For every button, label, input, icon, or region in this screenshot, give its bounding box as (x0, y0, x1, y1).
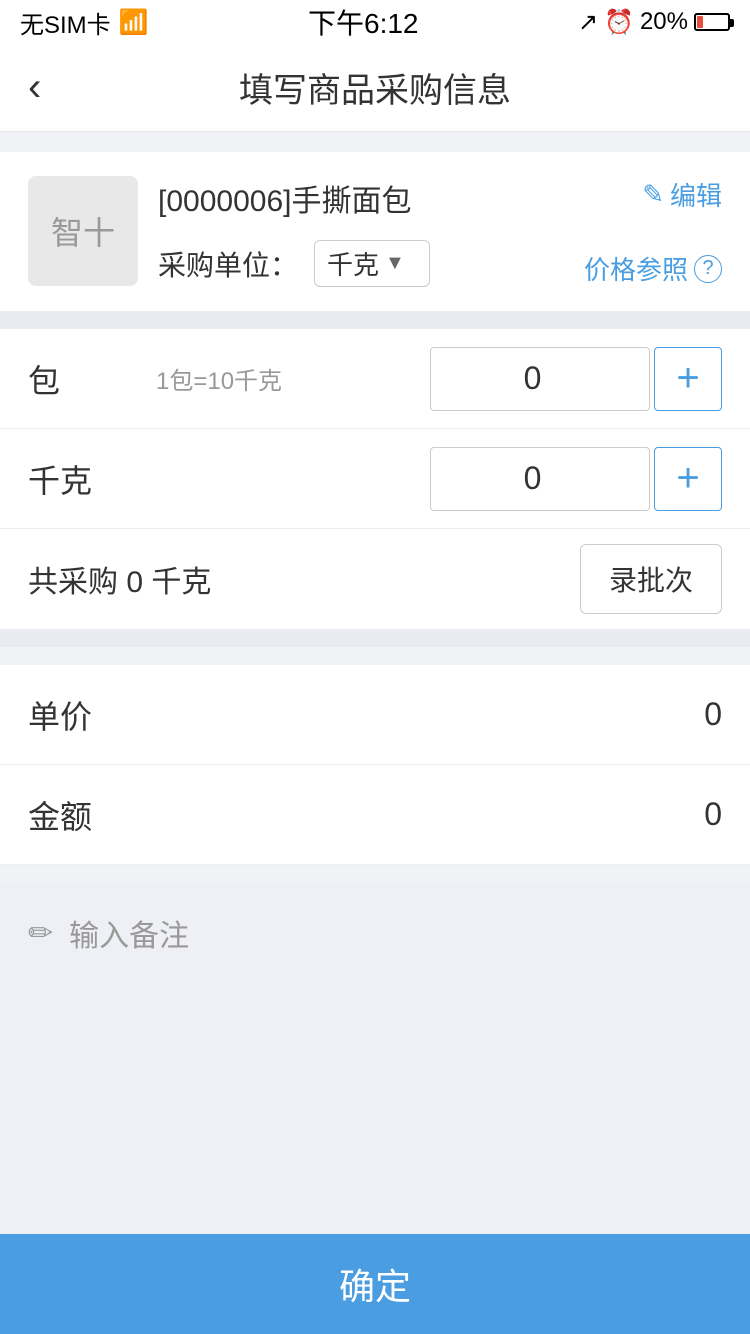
unit-label: 采购单位： (158, 244, 298, 284)
kg-input-row: 千克 + (0, 429, 750, 529)
amount-label: 金额 (28, 792, 704, 838)
unit-price-row: 单价 0 (0, 665, 750, 765)
confirm-button[interactable]: 确定 (0, 1234, 750, 1334)
nav-bar: ‹ 填写商品采购信息 (0, 44, 750, 132)
kg-label: 千克 (28, 456, 148, 502)
amount-row: 金额 0 (0, 765, 750, 865)
alarm-icon: ⏰ (604, 8, 634, 37)
pencil-icon: ✏ (28, 916, 53, 951)
page-title: 填写商品采购信息 (239, 63, 511, 112)
summary-label: 共采购 0 千克 (28, 557, 211, 601)
kg-plus-button[interactable]: + (654, 447, 722, 511)
bag-label: 包 (28, 356, 148, 402)
product-logo-text: 智十 (51, 208, 115, 254)
amount-value: 0 (704, 796, 722, 833)
bag-sub-label: 1包=10千克 (156, 361, 282, 396)
unit-price-value: 0 (704, 696, 722, 733)
help-icon: ? (694, 255, 722, 283)
bag-input-row: 包 1包=10千克 + (0, 329, 750, 429)
battery-icon (694, 13, 730, 31)
bag-plus-button[interactable]: + (654, 347, 722, 411)
edit-button[interactable]: ✎ 编辑 (642, 176, 722, 213)
wifi-icon: 📶 (119, 8, 149, 37)
section-divider-1 (0, 311, 750, 329)
input-section: 包 1包=10千克 + 千克 + (0, 329, 750, 529)
battery-percent: 20% (640, 8, 688, 36)
summary-row: 共采购 0 千克 录批次 (0, 529, 750, 629)
back-button[interactable]: ‹ (28, 65, 41, 110)
time-label: 下午6:12 (308, 2, 419, 42)
price-ref-button[interactable]: 价格参照 ? (584, 250, 722, 287)
carrier-label: 无SIM卡 (20, 5, 111, 40)
status-left: 无SIM卡 📶 (20, 5, 149, 40)
kg-quantity-input[interactable] (430, 447, 650, 511)
remark-section[interactable]: ✏ 输入备注 (0, 883, 750, 983)
location-icon: ↗ (578, 8, 598, 37)
section-divider-2 (0, 629, 750, 647)
status-right: ↗ ⏰ 20% (578, 8, 730, 37)
product-name: [0000006]手撕面包 (158, 176, 722, 220)
status-bar: 无SIM卡 📶 下午6:12 ↗ ⏰ 20% (0, 0, 750, 44)
remark-placeholder: 输入备注 (69, 911, 189, 955)
chevron-down-icon: ▼ (385, 252, 405, 275)
product-card: 智十 [0000006]手撕面包 采购单位： 千克 ▼ ✎ 编辑 价格参照 ? (0, 152, 750, 311)
unit-price-label: 单价 (28, 692, 704, 738)
product-image: 智十 (28, 176, 138, 286)
price-ref-label: 价格参照 (584, 250, 688, 287)
record-batch-button[interactable]: 录批次 (580, 544, 722, 614)
bag-quantity-input[interactable] (430, 347, 650, 411)
edit-icon: ✎ (642, 179, 664, 210)
price-section: 单价 0 金额 0 (0, 665, 750, 865)
unit-select[interactable]: 千克 ▼ (314, 240, 430, 287)
unit-value: 千克 (327, 245, 379, 282)
